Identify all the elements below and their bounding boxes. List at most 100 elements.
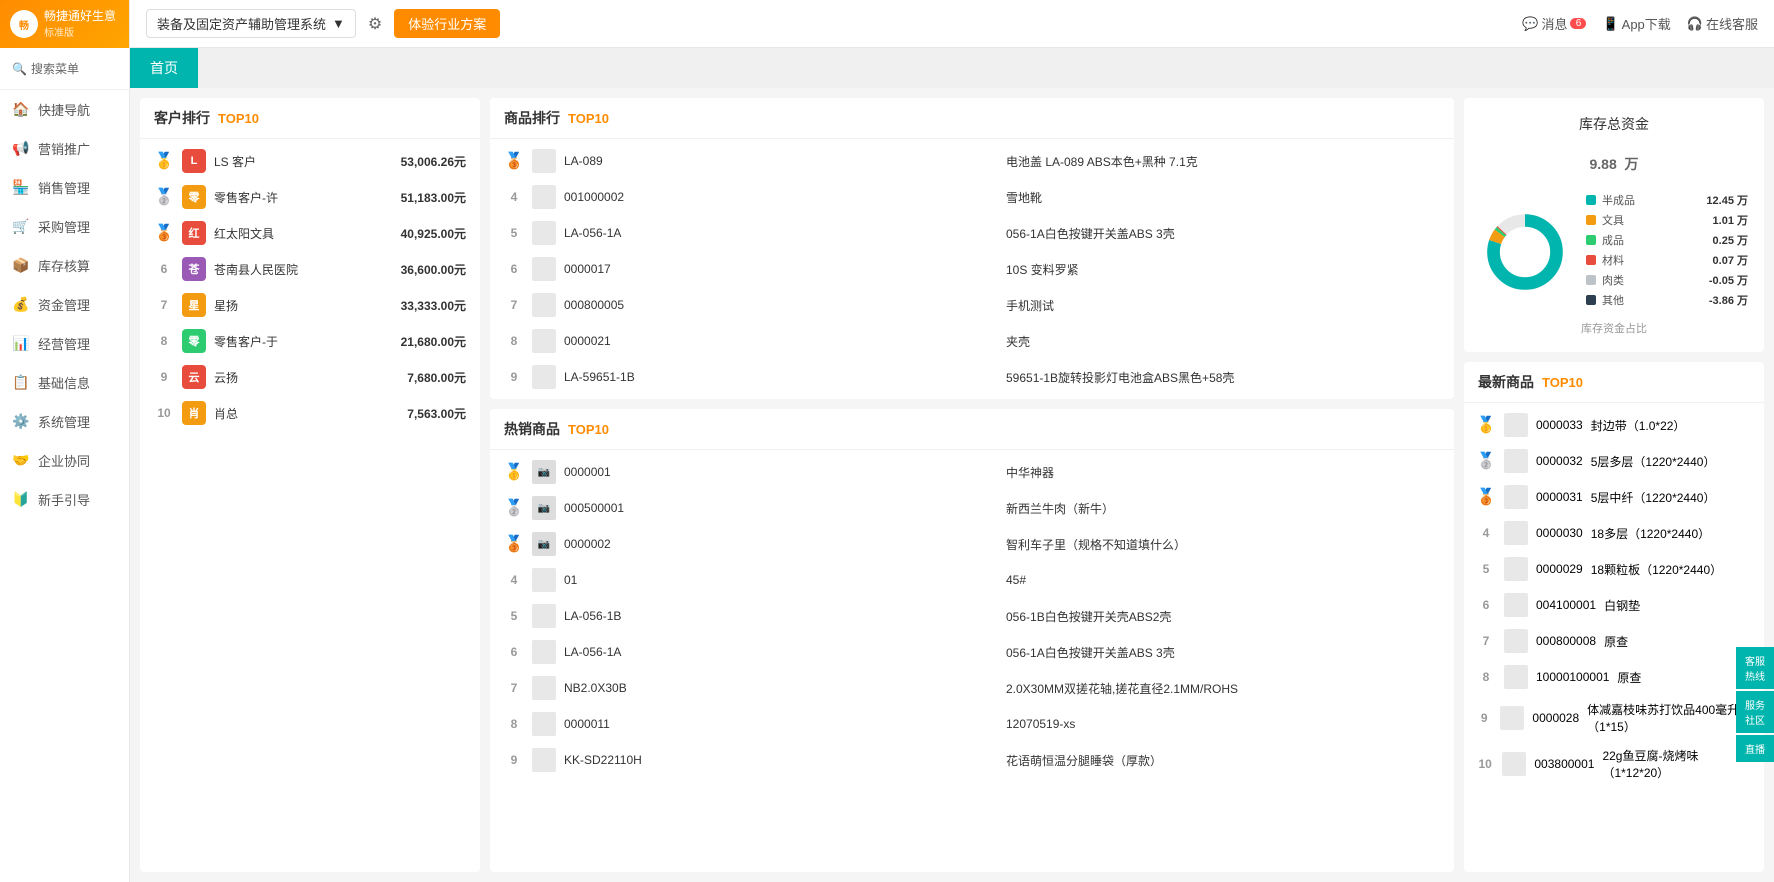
sidebar-item-label: 库存核算 (38, 256, 90, 275)
rank-number: 9 (1476, 708, 1492, 728)
hot-product-item: 4 01 45# (490, 562, 1454, 598)
inventory-value: 9.88 (1589, 156, 1616, 172)
sidebar-item-system[interactable]: ⚙️ 系统管理 (0, 402, 129, 441)
online-service-btn[interactable]: 🎧 在线客服 (1687, 14, 1758, 33)
product-code: 0000028 (1532, 711, 1579, 725)
product-code: 10000100001 (1536, 670, 1609, 684)
sidebar-item-label: 新手引导 (38, 490, 90, 509)
legend-label: 材料 (1602, 252, 1624, 268)
settings-icon[interactable]: ⚙ (368, 14, 382, 34)
legend-dot (1586, 215, 1596, 225)
inventory-title: 库存总资金 (1480, 114, 1748, 134)
app-download-label: App下载 (1622, 14, 1671, 33)
rank-number: 9 (154, 367, 174, 387)
inventory-card: 库存总资金 9.88 万 (1464, 98, 1764, 352)
tab-home[interactable]: 首页 (130, 48, 198, 88)
customer-rank-list: 🥇 L LS 客户 53,006.26元 🥈 零 零售客户-许 51,183.0… (140, 139, 480, 435)
customer-name: 零售客户-于 (214, 333, 393, 350)
product-code: 000800005 (564, 298, 998, 312)
system-selector[interactable]: 装备及固定资产辅助管理系统 ▼ (146, 9, 356, 38)
rank-number: 8 (504, 331, 524, 351)
product-thumbnail (532, 748, 556, 772)
product-name: 10S 变料罗紧 (1006, 261, 1440, 278)
dropdown-icon: ▼ (332, 16, 345, 31)
sidebar-item-enterprise[interactable]: 🤝 企业协同 (0, 441, 129, 480)
sidebar-item-inventory[interactable]: 📦 库存核算 (0, 246, 129, 285)
marketing-icon: 📢 (12, 140, 30, 158)
sidebar-item-operations[interactable]: 📊 经营管理 (0, 324, 129, 363)
product-ranking-top10: TOP10 (568, 111, 609, 126)
legend-item-other: 其他 -3.86 万 (1586, 292, 1748, 308)
chart-legend: 半成品 12.45 万 文具 1.01 万 (1586, 192, 1748, 312)
home-icon: 🏠 (12, 101, 30, 119)
legend-item-finished: 成品 0.25 万 (1586, 232, 1748, 248)
sidebar-item-marketing[interactable]: 📢 营销推广 (0, 129, 129, 168)
product-code: 0000030 (1536, 526, 1583, 540)
product-code: 001000002 (564, 190, 998, 204)
product-code: 004100001 (1536, 598, 1596, 612)
new-prod-item: 🥉 0000031 5层中纤（1220*2440） (1464, 479, 1764, 515)
customer-rank-item: 🥉 红 红太阳文具 40,925.00元 (140, 215, 480, 251)
rank-number: 5 (504, 223, 524, 243)
product-code: 0000031 (1536, 490, 1583, 504)
product-name: 5层多层（1220*2440） (1591, 453, 1716, 470)
new-products-top10: TOP10 (1542, 375, 1583, 390)
message-btn[interactable]: 💬 消息 6 (1522, 14, 1586, 33)
legend-dot (1586, 255, 1596, 265)
product-name: 封边带（1.0*22） (1591, 417, 1686, 434)
product-name: 59651-1B旋转投影灯电池盒ABS黑色+58壳 (1006, 369, 1440, 386)
ops-icon: 📊 (12, 335, 30, 353)
customer-avatar: 星 (182, 293, 206, 317)
legend-label: 其他 (1602, 292, 1624, 308)
sidebar-item-guide[interactable]: 🔰 新手引导 (0, 480, 129, 519)
rank-number: 7 (504, 295, 524, 315)
legend-value: 0.25 万 (1713, 232, 1748, 248)
product-thumbnail (532, 221, 556, 245)
sidebar-item-finance[interactable]: 💰 资金管理 (0, 285, 129, 324)
product-name: 体减嘉枝味苏打饮品400毫升（1*15） (1587, 701, 1752, 735)
product-name: 智利车子里（规格不知道填什么） (1006, 536, 1440, 553)
legend-value: 1.01 万 (1713, 212, 1748, 228)
logo-icon: 畅 (10, 10, 38, 38)
app-download-btn[interactable]: 📱 App下载 (1602, 14, 1670, 33)
online-service-label: 在线客服 (1706, 14, 1758, 33)
product-code: 0000032 (1536, 454, 1583, 468)
rank-number: 10 (1476, 754, 1494, 774)
hot-product-item: 5 LA-056-1B 056-1B白色按键开关壳ABS2壳 (490, 598, 1454, 634)
new-prod-item: 🥇 0000033 封边带（1.0*22） (1464, 407, 1764, 443)
legend-dot (1586, 235, 1596, 245)
product-name: 056-1A白色按键开关盖ABS 3壳 (1006, 225, 1440, 242)
product-thumbnail (1504, 557, 1528, 581)
sidebar-item-quick-nav[interactable]: 🏠 快捷导航 (0, 90, 129, 129)
sidebar-item-basic[interactable]: 📋 基础信息 (0, 363, 129, 402)
hot-products-header: 热销商品 TOP10 (490, 409, 1454, 450)
product-thumbnail (532, 257, 556, 281)
customer-service-btn[interactable]: 客服热线 (1736, 647, 1774, 689)
trial-button[interactable]: 体验行业方案 (394, 9, 500, 38)
page-tabs: 首页 (130, 48, 1774, 88)
live-stream-btn[interactable]: 直播 (1736, 735, 1774, 762)
service-community-btn[interactable]: 服务社区 (1736, 691, 1774, 733)
legend-label: 肉类 (1602, 272, 1624, 288)
new-products-panel: 最新商品 TOP10 🥇 0000033 封边带（1.0*22） 🥈 (1464, 362, 1764, 872)
sidebar-item-purchase[interactable]: 🛒 采购管理 (0, 207, 129, 246)
customer-avatar: 云 (182, 365, 206, 389)
product-code: 000800008 (1536, 634, 1596, 648)
sidebar-search-area[interactable]: 🔍 搜索菜单 (0, 48, 129, 90)
sidebar-item-sales[interactable]: 🏪 销售管理 (0, 168, 129, 207)
message-label: 消息 (1541, 14, 1567, 33)
guide-icon: 🔰 (12, 491, 30, 509)
product-name: 原查 (1604, 633, 1628, 650)
product-code: 000500001 (564, 501, 998, 515)
hot-product-item: 8 0000011 12070519-xs (490, 706, 1454, 742)
legend-value: -0.05 万 (1709, 272, 1748, 288)
gold-medal-icon: 🥇 (504, 462, 524, 482)
chart-area: 半成品 12.45 万 文具 1.01 万 (1480, 192, 1748, 312)
customer-value: 7,563.00元 (407, 405, 466, 422)
new-prod-item: 9 0000028 体减嘉枝味苏打饮品400毫升（1*15） (1464, 695, 1764, 741)
legend-label: 半成品 (1602, 192, 1635, 208)
customer-rank-item: 8 零 零售客户-于 21,680.00元 (140, 323, 480, 359)
float-service-panel: 客服热线 服务社区 直播 (1736, 647, 1774, 762)
search-menu-btn[interactable]: 🔍 搜索菜单 (8, 56, 121, 81)
product-thumbnail (1504, 665, 1528, 689)
